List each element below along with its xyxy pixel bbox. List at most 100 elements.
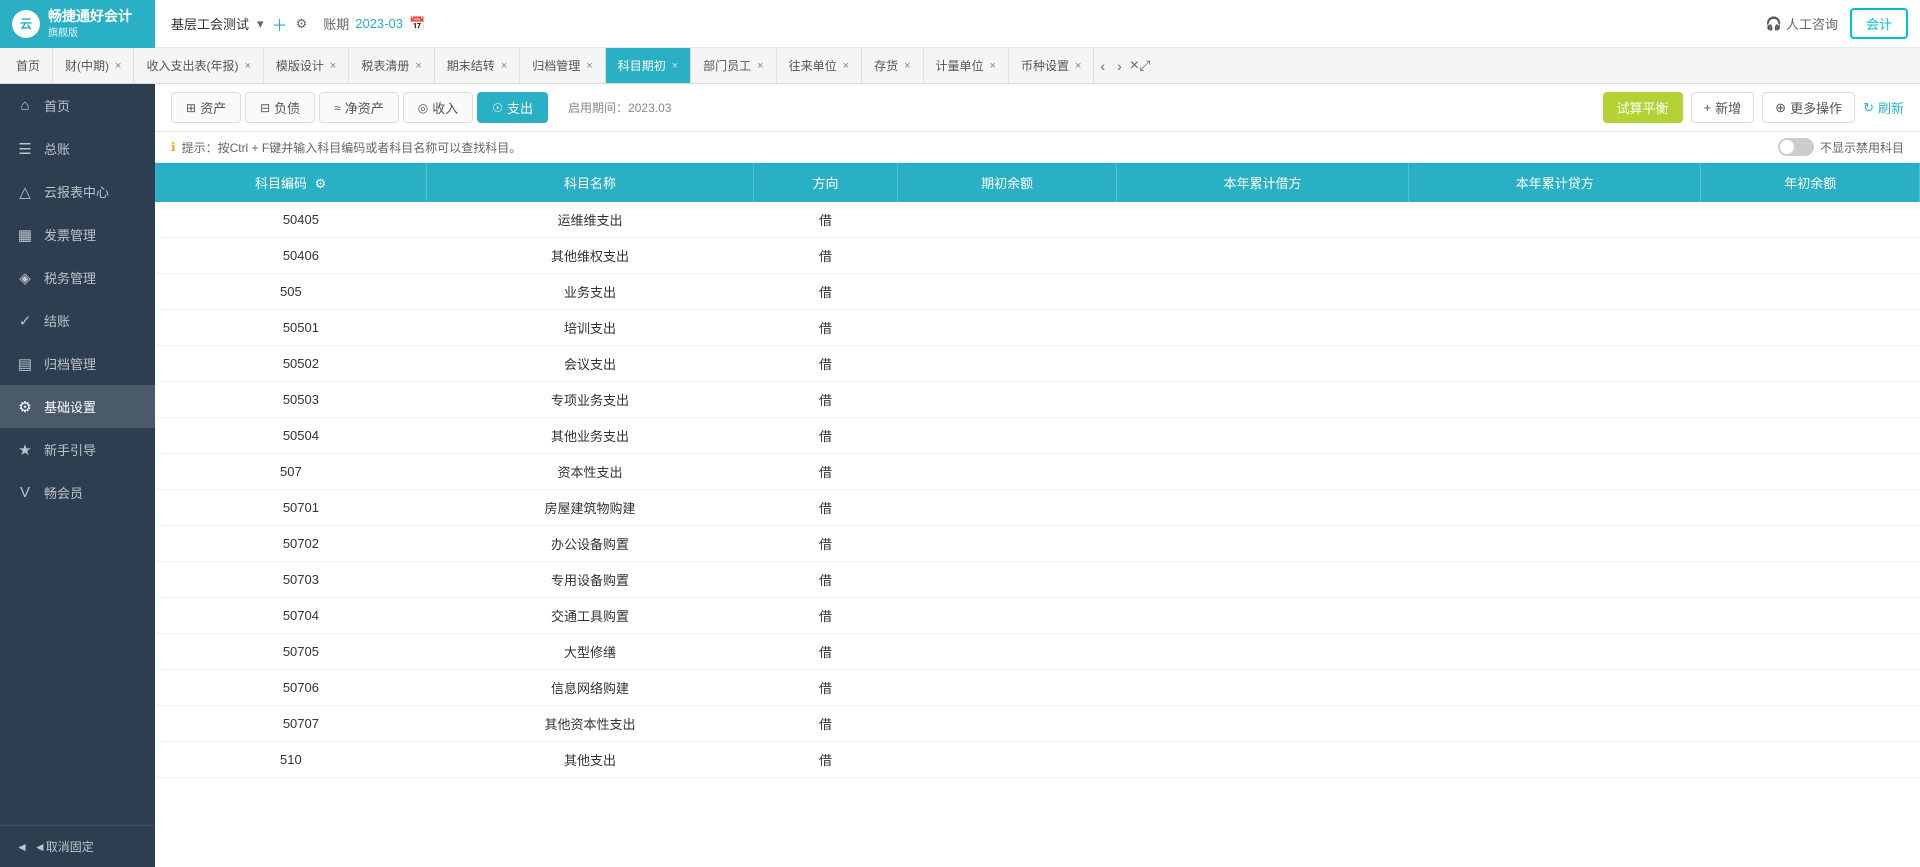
cell-direction: 借 bbox=[753, 706, 898, 742]
cell-name: 其他业务支出 bbox=[427, 418, 753, 454]
refresh-btn[interactable]: ↻ 刷新 bbox=[1863, 98, 1904, 117]
tab-subject-init-label: 科目期初 bbox=[618, 57, 666, 74]
col-year-begin: 年初余额 bbox=[1701, 163, 1920, 202]
more-btn[interactable]: ⊕ 更多操作 bbox=[1762, 92, 1855, 123]
table-row[interactable]: 50702 办公设备购置 借 bbox=[155, 526, 1920, 562]
tab-income-annual[interactable]: 收入支出表(年报) × bbox=[134, 48, 263, 84]
sidebar-item-invoice[interactable]: ▦ 发票管理 bbox=[0, 213, 155, 256]
tab-currency[interactable]: 币种设置 × bbox=[1009, 48, 1094, 84]
add-company-icon[interactable]: ＋ bbox=[272, 12, 288, 36]
tab-template-close[interactable]: × bbox=[330, 60, 336, 72]
tab-template[interactable]: 模版设计 × bbox=[264, 48, 349, 84]
table-row[interactable]: 510 其他支出 借 bbox=[155, 742, 1920, 778]
tab-department-close[interactable]: × bbox=[757, 60, 763, 72]
table-row[interactable]: 50706 信息网络购建 借 bbox=[155, 670, 1920, 706]
sub-tab-income[interactable]: ◎ 收入 bbox=[403, 92, 474, 123]
table-row[interactable]: 50503 专项业务支出 借 bbox=[155, 382, 1920, 418]
cell-ytd-credit bbox=[1409, 706, 1701, 742]
tab-inventory[interactable]: 存货 × bbox=[862, 48, 923, 84]
period-calendar-icon[interactable]: 📅 bbox=[409, 16, 425, 32]
tab-department[interactable]: 部门员工 × bbox=[691, 48, 776, 84]
tab-subject-init-close[interactable]: × bbox=[672, 60, 678, 72]
tab-income-annual-close[interactable]: × bbox=[244, 60, 250, 72]
balance-btn[interactable]: 试算平衡 bbox=[1603, 92, 1683, 123]
table-row[interactable]: 507 资本性支出 借 bbox=[155, 454, 1920, 490]
disabled-toggle-area: 不显示禁用科目 bbox=[1778, 138, 1904, 156]
cell-year-begin bbox=[1701, 382, 1920, 418]
tab-next-btn[interactable]: › bbox=[1111, 58, 1128, 74]
sidebar-item-settle[interactable]: ✓ 结账 bbox=[0, 299, 155, 342]
sub-tab-asset[interactable]: ⊞ 资产 bbox=[171, 92, 241, 123]
table-row[interactable]: 50701 房屋建筑物购建 借 bbox=[155, 490, 1920, 526]
tab-period-end[interactable]: 期末结转 × bbox=[435, 48, 520, 84]
sidebar-item-guide[interactable]: ★ 新手引导 bbox=[0, 428, 155, 471]
cell-ytd-credit bbox=[1409, 526, 1701, 562]
company-settings-icon[interactable]: ⚙ bbox=[296, 16, 308, 32]
cell-year-begin bbox=[1701, 706, 1920, 742]
table-row[interactable]: 50405 运维维支出 借 bbox=[155, 202, 1920, 238]
tab-close-all-btn[interactable]: × bbox=[1130, 57, 1139, 75]
table-row[interactable]: 50406 其他维权支出 借 bbox=[155, 238, 1920, 274]
table-row[interactable]: 50703 专用设备购置 借 bbox=[155, 562, 1920, 598]
table-row[interactable]: 50704 交通工具购置 借 bbox=[155, 598, 1920, 634]
cell-direction: 借 bbox=[753, 310, 898, 346]
sidebar-tax-label: 税务管理 bbox=[44, 268, 96, 287]
col-code: 科目编码 ⚙ bbox=[155, 163, 427, 202]
cell-ytd-credit bbox=[1409, 742, 1701, 778]
sidebar-item-member[interactable]: V 畅会员 bbox=[0, 471, 155, 514]
disabled-toggle-switch[interactable] bbox=[1778, 138, 1814, 156]
cell-code: 50707 bbox=[155, 706, 427, 742]
sidebar-item-settings[interactable]: ⚙ 基础设置 bbox=[0, 385, 155, 428]
sidebar-item-archive[interactable]: ▤ 归档管理 bbox=[0, 342, 155, 385]
company-dropdown-icon[interactable]: ▾ bbox=[257, 16, 264, 32]
cell-name: 会议支出 bbox=[427, 346, 753, 382]
liability-icon: ⊟ bbox=[260, 101, 270, 115]
table-row[interactable]: 50705 大型修缮 借 bbox=[155, 634, 1920, 670]
tab-currency-label: 币种设置 bbox=[1021, 57, 1069, 74]
tab-unit-close[interactable]: × bbox=[990, 60, 996, 72]
tab-period-end-close[interactable]: × bbox=[501, 60, 507, 72]
col-settings-icon[interactable]: ⚙ bbox=[315, 176, 327, 191]
tab-income-annual-label: 收入支出表(年报) bbox=[146, 57, 238, 74]
table-row[interactable]: 50504 其他业务支出 借 bbox=[155, 418, 1920, 454]
header-right: 🎧 人工咨询 会计 bbox=[1766, 8, 1908, 39]
archive-icon: ▤ bbox=[16, 355, 34, 373]
cell-ytd-debit bbox=[1116, 274, 1408, 310]
sidebar-collapse-btn[interactable]: ◄ ◄取消固定 bbox=[0, 825, 155, 867]
tab-expand-btn[interactable]: ⤢ bbox=[1139, 57, 1150, 74]
tab-currency-close[interactable]: × bbox=[1075, 60, 1081, 72]
ai-consult-btn[interactable]: 🎧 人工咨询 bbox=[1766, 14, 1838, 33]
new-btn[interactable]: + 新增 bbox=[1691, 92, 1755, 123]
cell-name: 大型修缮 bbox=[427, 634, 753, 670]
tab-unit[interactable]: 计量单位 × bbox=[924, 48, 1009, 84]
table-row[interactable]: 505 业务支出 借 bbox=[155, 274, 1920, 310]
sub-tab-actions: 试算平衡 + 新增 ⊕ 更多操作 ↻ 刷新 bbox=[1603, 92, 1904, 123]
table-row[interactable]: 50707 其他资本性支出 借 bbox=[155, 706, 1920, 742]
tab-contacts[interactable]: 往来单位 × bbox=[777, 48, 862, 84]
sidebar-item-reports[interactable]: △ 云报表中心 bbox=[0, 170, 155, 213]
sidebar-item-home[interactable]: ⌂ 首页 bbox=[0, 84, 155, 127]
disabled-toggle-label: 不显示禁用科目 bbox=[1820, 139, 1904, 156]
tab-prev-btn[interactable]: ‹ bbox=[1094, 58, 1111, 74]
sub-tab-net-asset[interactable]: ≈ 净资产 bbox=[319, 92, 399, 123]
cell-year-begin bbox=[1701, 274, 1920, 310]
tab-archive-close[interactable]: × bbox=[586, 60, 592, 72]
tab-subject-init[interactable]: 科目期初 × bbox=[606, 48, 691, 84]
cell-code: 507 bbox=[155, 454, 427, 490]
sidebar-item-ledger[interactable]: ☰ 总账 bbox=[0, 127, 155, 170]
tab-financial-mid-close[interactable]: × bbox=[115, 60, 121, 72]
table-row[interactable]: 50502 会议支出 借 bbox=[155, 346, 1920, 382]
tab-tax-table[interactable]: 税表清册 × bbox=[349, 48, 434, 84]
tab-archive[interactable]: 归档管理 × bbox=[520, 48, 605, 84]
sub-tab-liability[interactable]: ⊟ 负债 bbox=[245, 92, 315, 123]
tab-financial-mid[interactable]: 财(中期) × bbox=[53, 48, 134, 84]
tab-inventory-close[interactable]: × bbox=[904, 60, 910, 72]
tab-home[interactable]: 首页 bbox=[4, 48, 53, 84]
sidebar-item-tax[interactable]: ◈ 税务管理 bbox=[0, 256, 155, 299]
table-row[interactable]: 50501 培训支出 借 bbox=[155, 310, 1920, 346]
tab-tax-table-close[interactable]: × bbox=[415, 60, 421, 72]
tab-contacts-close[interactable]: × bbox=[843, 60, 849, 72]
sub-tab-expense[interactable]: ☉ 支出 bbox=[477, 92, 548, 123]
account-button[interactable]: 会计 bbox=[1850, 8, 1908, 39]
cell-name: 专项业务支出 bbox=[427, 382, 753, 418]
